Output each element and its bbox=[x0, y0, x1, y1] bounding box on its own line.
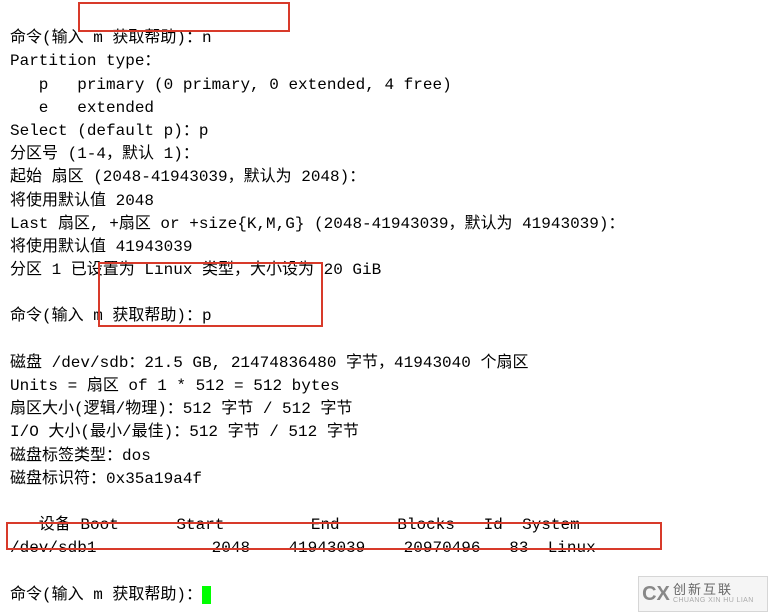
line: I/O 大小(最小/最佳)：512 字节 / 512 字节 bbox=[10, 423, 359, 441]
line: 扇区大小(逻辑/物理)：512 字节 / 512 字节 bbox=[10, 400, 352, 418]
table-header: 设备 Boot Start End Blocks Id System bbox=[10, 516, 580, 534]
line: Partition type： bbox=[10, 52, 160, 70]
line: 磁盘 /dev/sdb：21.5 GB, 21474836480 字节，4194… bbox=[10, 354, 528, 372]
cursor bbox=[202, 586, 211, 604]
line: Select (default p)：p bbox=[10, 122, 208, 140]
line: 磁盘标识符：0x35a19a4f bbox=[10, 470, 202, 488]
line: 将使用默认值 41943039 bbox=[10, 238, 192, 256]
terminal-output: 命令(输入 m 获取帮助)：n Partition type： p primar… bbox=[0, 0, 772, 613]
line: 将使用默认值 2048 bbox=[10, 192, 154, 210]
line: 命令(输入 m 获取帮助)：n bbox=[10, 29, 212, 47]
line: e extended bbox=[10, 99, 154, 117]
prompt-text: 命令(输入 m 获取帮助)： bbox=[10, 586, 202, 604]
watermark-logo-icon: CX bbox=[639, 577, 673, 611]
line: p primary (0 primary, 0 extended, 4 free… bbox=[10, 76, 452, 94]
line: 分区号 (1-4，默认 1)： bbox=[10, 145, 199, 163]
line: 起始 扇区 (2048-41943039，默认为 2048)： bbox=[10, 168, 365, 186]
table-row: /dev/sdb1 2048 41943039 20970496 83 Linu… bbox=[10, 539, 596, 557]
line: 分区 1 已设置为 Linux 类型，大小设为 20 GiB bbox=[10, 261, 381, 279]
watermark-text-en: CHUANG XIN HU LIAN bbox=[673, 597, 754, 605]
line: Units = 扇区 of 1 * 512 = 512 bytes bbox=[10, 377, 340, 395]
line: Last 扇区, +扇区 or +size{K,M,G} (2048-41943… bbox=[10, 215, 624, 233]
line: 命令(输入 m 获取帮助)：p bbox=[10, 307, 212, 325]
watermark: CX 创新互联 CHUANG XIN HU LIAN bbox=[638, 576, 768, 612]
prompt-line[interactable]: 命令(输入 m 获取帮助)： bbox=[10, 586, 211, 604]
watermark-text-cn: 创新互联 bbox=[673, 583, 754, 597]
line: 磁盘标签类型：dos bbox=[10, 447, 151, 465]
